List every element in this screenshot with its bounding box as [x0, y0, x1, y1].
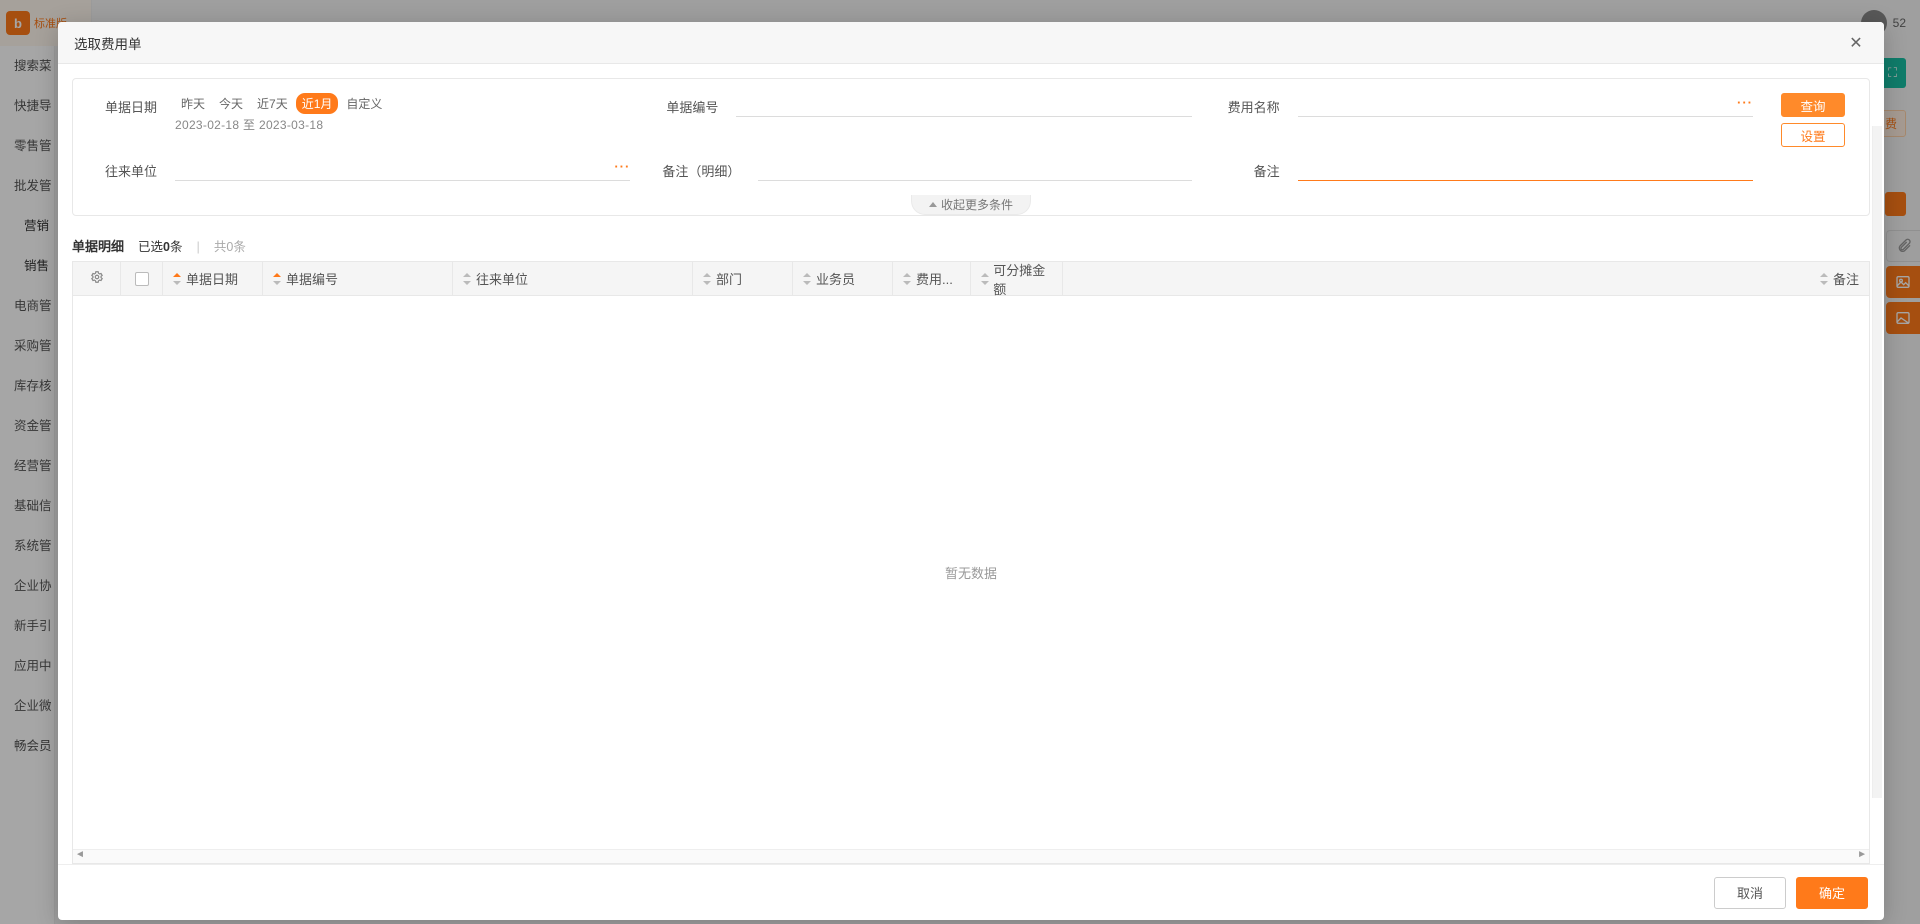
- collapse-label: 收起更多条件: [941, 196, 1013, 213]
- collapse-filters[interactable]: 收起更多条件: [911, 195, 1031, 215]
- modal-body: 单据日期 昨天 今天 近7天 近1月 自定义 2023-02-18 至 20: [58, 64, 1884, 864]
- filter-date: 单据日期 昨天 今天 近7天 近1月 自定义 2023-02-18 至 20: [97, 93, 630, 147]
- settings-button[interactable]: 设置: [1781, 123, 1845, 147]
- date-range-text: 2023-02-18 至 2023-03-18: [175, 116, 630, 133]
- modal-title: 选取费用单: [74, 33, 142, 53]
- filter-detail-remark-label: 备注（明细）: [658, 157, 758, 180]
- sort-icon: [1820, 273, 1828, 285]
- close-icon[interactable]: ✕: [1844, 31, 1868, 55]
- filter-detail-remark: 备注（明细）: [658, 157, 1191, 189]
- col-amt[interactable]: 可分摊金额: [971, 262, 1063, 295]
- filter-remark: 备注: [1220, 157, 1753, 189]
- filter-fee-name-label: 费用名称: [1220, 93, 1298, 116]
- col-unit[interactable]: 往来单位: [453, 262, 693, 295]
- sort-icon: [703, 273, 711, 285]
- party-picker-icon[interactable]: ···: [614, 159, 630, 174]
- col-remark[interactable]: 备注: [1063, 262, 1869, 295]
- list-heading: 单据明细 已选0条 | 共0条: [72, 236, 1870, 255]
- sort-icon: [273, 273, 281, 285]
- modal-vscroll[interactable]: [1872, 126, 1882, 798]
- horizontal-scrollbar[interactable]: [73, 849, 1869, 863]
- filter-fee-name: 费用名称 ···: [1220, 93, 1753, 147]
- list-title: 单据明细: [72, 236, 124, 255]
- preset-last7[interactable]: 近7天: [251, 93, 294, 114]
- filter-buttons: 查询 设置: [1781, 93, 1845, 147]
- select-all[interactable]: [121, 262, 163, 295]
- modal-header: 选取费用单 ✕: [58, 22, 1884, 64]
- sort-icon: [463, 273, 471, 285]
- empty-text: 暂无数据: [945, 563, 997, 582]
- preset-custom[interactable]: 自定义: [340, 93, 388, 114]
- sort-icon: [803, 273, 811, 285]
- table-body: 暂无数据: [73, 296, 1869, 849]
- code-input[interactable]: [736, 93, 1191, 117]
- modal-footer: 取消 确定: [58, 864, 1884, 920]
- filter-remark-label: 备注: [1220, 157, 1298, 180]
- col-code[interactable]: 单据编号: [263, 262, 453, 295]
- filter-party: 往来单位 ···: [97, 157, 630, 189]
- table-header: 单据日期 单据编号 往来单位 部门 业务员 费用... 可分摊金额 备注: [73, 262, 1869, 296]
- select-fee-modal: 选取费用单 ✕ 单据日期 昨天 今天 近7天 近1月 自定义: [58, 22, 1884, 920]
- selected-count: 已选0条: [138, 236, 182, 255]
- date-presets: 昨天 今天 近7天 近1月 自定义: [175, 93, 630, 114]
- cancel-button[interactable]: 取消: [1714, 877, 1786, 909]
- sort-icon: [903, 273, 911, 285]
- filter-code: 单据编号: [658, 93, 1191, 147]
- checkbox-icon: [135, 272, 149, 286]
- fee-name-input[interactable]: [1298, 93, 1753, 117]
- preset-today[interactable]: 今天: [213, 93, 249, 114]
- filter-panel: 单据日期 昨天 今天 近7天 近1月 自定义 2023-02-18 至 20: [72, 78, 1870, 216]
- party-input[interactable]: [175, 157, 630, 181]
- column-settings[interactable]: [73, 262, 121, 295]
- filter-date-label: 单据日期: [97, 93, 175, 116]
- sort-icon: [981, 273, 988, 285]
- col-dept[interactable]: 部门: [693, 262, 793, 295]
- query-button[interactable]: 查询: [1781, 93, 1845, 117]
- col-fee[interactable]: 费用...: [893, 262, 971, 295]
- total-count: 共0条: [214, 236, 246, 255]
- col-date[interactable]: 单据日期: [163, 262, 263, 295]
- preset-yesterday[interactable]: 昨天: [175, 93, 211, 114]
- filter-party-label: 往来单位: [97, 157, 175, 180]
- chevron-up-icon: [929, 202, 937, 207]
- ok-button[interactable]: 确定: [1796, 877, 1868, 909]
- remark-input[interactable]: [1298, 157, 1753, 181]
- col-biz[interactable]: 业务员: [793, 262, 893, 295]
- filter-code-label: 单据编号: [658, 93, 736, 116]
- detail-remark-input[interactable]: [758, 157, 1191, 181]
- table: 单据日期 单据编号 往来单位 部门 业务员 费用... 可分摊金额 备注 暂无数…: [72, 261, 1870, 864]
- sort-icon: [173, 273, 181, 285]
- preset-last1m[interactable]: 近1月: [296, 93, 339, 114]
- fee-name-picker-icon[interactable]: ···: [1737, 95, 1753, 110]
- gear-icon: [90, 270, 104, 287]
